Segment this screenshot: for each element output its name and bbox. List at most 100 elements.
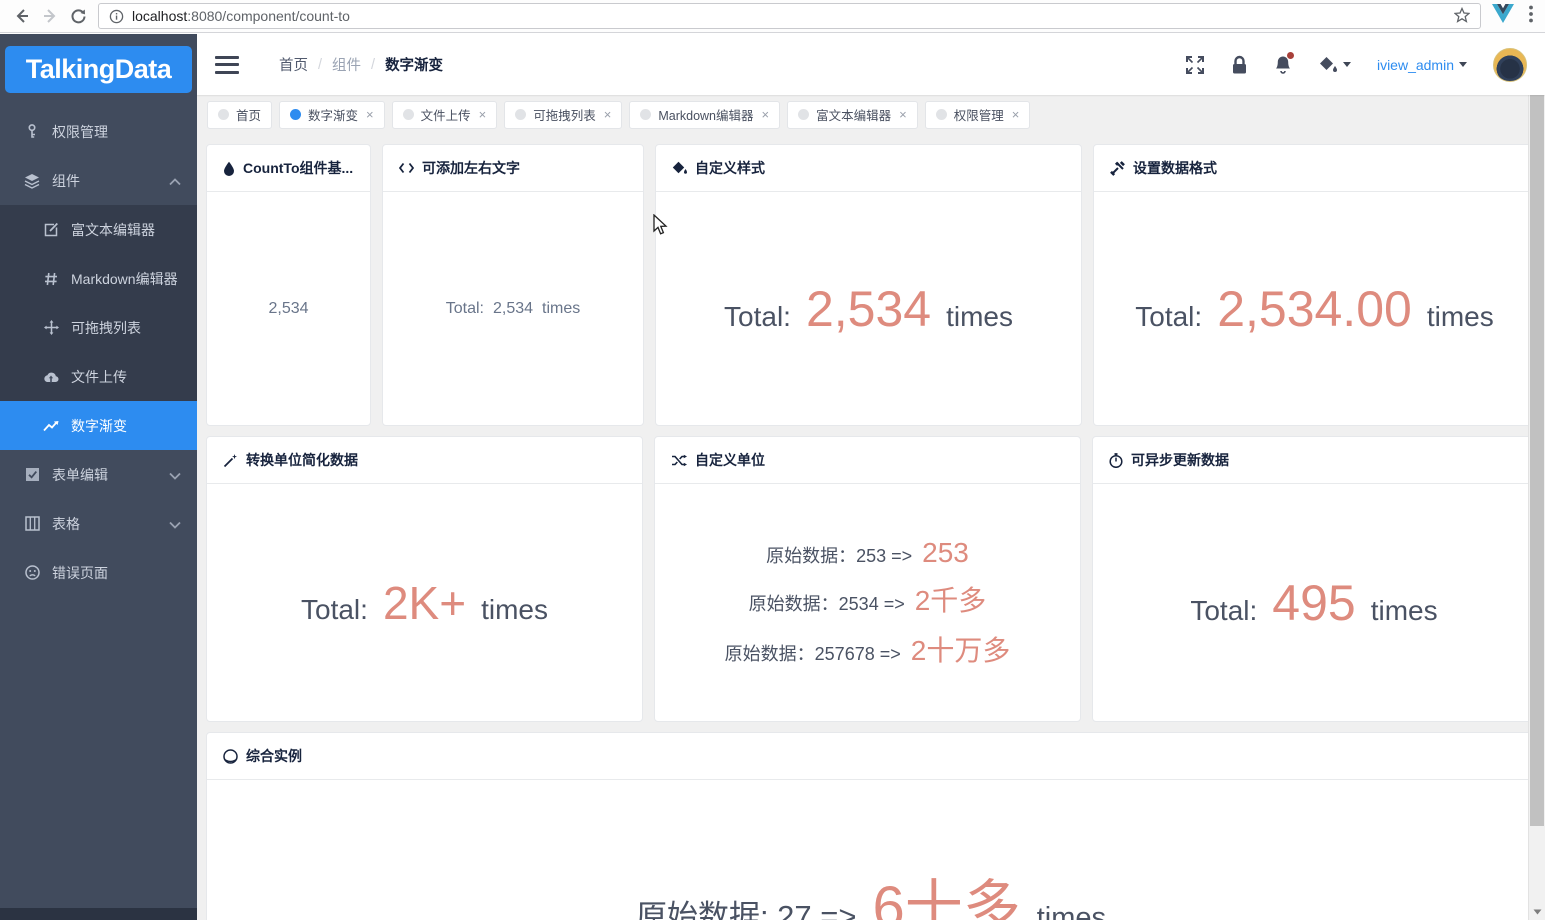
tag-permissions[interactable]: 权限管理 × xyxy=(924,100,1031,129)
card-left-right-text: 可添加左右文字 Total: 2,534 times xyxy=(382,144,644,426)
unit-value: 2千多 xyxy=(914,584,987,616)
count-suffix: times xyxy=(481,593,548,625)
sidebar-item-label: 富文本编辑器 xyxy=(71,221,155,238)
sidebar-item-components[interactable]: 组件 xyxy=(0,156,197,205)
sidebar-item-label: 组件 xyxy=(52,172,80,189)
unit-label: 原始数据：2534 => xyxy=(748,593,905,614)
sidebar-item-permissions[interactable]: 权限管理 xyxy=(0,107,197,156)
card-title: 转换单位简化数据 xyxy=(246,452,358,468)
compose-icon xyxy=(43,222,59,238)
tag-dot-icon xyxy=(935,109,947,120)
tag-dot-icon xyxy=(640,109,652,120)
close-icon[interactable]: × xyxy=(762,108,770,121)
card-number-format: 设置数据格式 Total: 2,534.00 times xyxy=(1093,144,1536,426)
tag-label: Markdown编辑器 xyxy=(658,109,754,123)
paint-bucket-icon xyxy=(1319,56,1337,72)
sidebar-item-label: 权限管理 xyxy=(52,123,108,140)
trending-up-icon xyxy=(43,418,59,434)
browser-forward-icon xyxy=(36,2,64,30)
bell-icon[interactable] xyxy=(1274,51,1294,75)
tag-count-to[interactable]: 数字渐变 × xyxy=(279,100,385,129)
sidebar-item-file-upload[interactable]: 文件上传 xyxy=(0,352,197,401)
breadcrumb-current: 数字渐变 xyxy=(385,58,444,74)
browser-back-icon[interactable] xyxy=(8,2,36,30)
card-combined-example: 综合实例 原始数据: 27 => 6十多 times xyxy=(206,732,1536,920)
tag-markdown-editor[interactable]: Markdown编辑器 × xyxy=(629,100,781,129)
page-content: CountTo组件基... 2,534 可添加左右文字 Total: 2,534… xyxy=(197,134,1545,920)
caret-down-icon xyxy=(1342,62,1351,67)
sidebar-footer xyxy=(0,908,197,920)
url-path: :8080/component/count-to xyxy=(187,8,350,24)
paint-bucket-icon xyxy=(672,161,687,175)
sidebar-item-markdown-editor[interactable]: Markdown编辑器 xyxy=(0,254,197,303)
close-icon[interactable]: × xyxy=(604,108,612,121)
bookmark-star-icon[interactable] xyxy=(1453,6,1471,26)
close-icon[interactable]: × xyxy=(479,108,487,121)
scrollbar-thumb[interactable] xyxy=(1530,51,1544,826)
layers-icon xyxy=(24,173,40,189)
tag-label: 富文本编辑器 xyxy=(816,109,892,123)
breadcrumb-separator: / xyxy=(371,56,376,73)
username: iview_admin xyxy=(1376,56,1454,73)
fullscreen-icon[interactable] xyxy=(1185,55,1205,75)
sidebar-item-count-to[interactable]: 数字渐变 xyxy=(0,401,197,450)
tag-label: 权限管理 xyxy=(953,109,1004,123)
scroll-down-icon[interactable] xyxy=(1529,904,1545,920)
page-scrollbar[interactable] xyxy=(1528,34,1545,920)
unit-label: 原始数据：257678 => xyxy=(724,643,901,664)
stopwatch-icon xyxy=(1109,452,1123,468)
close-icon[interactable]: × xyxy=(1012,108,1020,121)
close-icon[interactable]: × xyxy=(899,108,907,121)
tag-label: 数字渐变 xyxy=(308,109,359,123)
sidebar-item-label: 表格 xyxy=(52,515,80,532)
card-async-update: 可异步更新数据 Total: 495 times xyxy=(1092,436,1536,722)
browser-reload-icon[interactable] xyxy=(64,2,92,30)
sidebar-item-label: 文件上传 xyxy=(71,368,127,385)
count-value: 2,534 xyxy=(268,299,309,317)
count-suffix: times xyxy=(1036,902,1107,920)
sidebar-item-form-editor[interactable]: 表单编辑 xyxy=(0,450,197,499)
sidebar-item-error-pages[interactable]: 错误页面 xyxy=(0,548,197,597)
card-title: 可异步更新数据 xyxy=(1131,452,1229,468)
close-icon[interactable]: × xyxy=(366,108,374,121)
checkbox-icon xyxy=(24,467,40,483)
app-logo[interactable]: TalkingData xyxy=(5,46,192,93)
sidebar-item-tables[interactable]: 表格 xyxy=(0,499,197,548)
topbar: 首页 / 组件 / 数字渐变 iview_admin xyxy=(197,34,1545,95)
card-title: 可添加左右文字 xyxy=(422,160,520,176)
user-menu[interactable]: iview_admin xyxy=(1377,57,1467,73)
card-title: CountTo组件基... xyxy=(243,160,354,176)
lock-icon[interactable] xyxy=(1231,55,1248,75)
chevron-down-icon xyxy=(169,516,181,532)
unit-value: 253 xyxy=(922,536,969,568)
breadcrumb-home[interactable]: 首页 xyxy=(279,54,308,75)
page-info-icon[interactable] xyxy=(109,9,124,24)
count-prefix: Total: xyxy=(1190,594,1258,626)
sidebar-menu: 权限管理 组件 富文本编辑器 Markdown编辑器 可拖拽列表 文件上传 数字… xyxy=(0,107,197,597)
breadcrumb-components[interactable]: 组件 xyxy=(332,54,361,75)
collapse-menu-icon[interactable] xyxy=(215,55,239,74)
sidebar-item-draggable-list[interactable]: 可拖拽列表 xyxy=(0,303,197,352)
tag-file-upload[interactable]: 文件上传 × xyxy=(391,100,498,129)
unit-value: 2十万多 xyxy=(910,634,1011,666)
sidebar-item-rich-text-editor[interactable]: 富文本编辑器 xyxy=(0,205,197,254)
wand-icon xyxy=(223,453,238,468)
tag-dot-icon xyxy=(515,109,527,120)
browser-chrome: localhost:8080/component/count-to xyxy=(0,0,1545,33)
sidebar-item-label: 错误页面 xyxy=(52,564,108,581)
count-prefix: Total: xyxy=(724,300,791,332)
sidebar-item-label: 数字渐变 xyxy=(71,417,127,434)
theme-switch-dropdown[interactable] xyxy=(1318,56,1351,74)
tag-home[interactable]: 首页 xyxy=(207,100,273,129)
count-prefix: Total: xyxy=(301,593,368,625)
avatar[interactable] xyxy=(1493,47,1527,82)
vue-devtools-icon[interactable] xyxy=(1491,3,1515,29)
count-suffix: times xyxy=(1426,300,1494,332)
count-prefix: Total: xyxy=(445,299,484,317)
opened-tags-bar: 首页 数字渐变 × 文件上传 × 可拖拽列表 × Markdown编辑器 × 富… xyxy=(197,95,1545,134)
address-bar[interactable]: localhost:8080/component/count-to xyxy=(98,3,1481,29)
tag-rich-text-editor[interactable]: 富文本编辑器 × xyxy=(787,100,918,129)
sidebar: TalkingData 权限管理 组件 富文本编辑器 Markdown编辑器 可… xyxy=(0,34,197,920)
browser-menu-icon[interactable] xyxy=(1529,5,1533,28)
tag-draggable-list[interactable]: 可拖拽列表 × xyxy=(504,100,623,129)
